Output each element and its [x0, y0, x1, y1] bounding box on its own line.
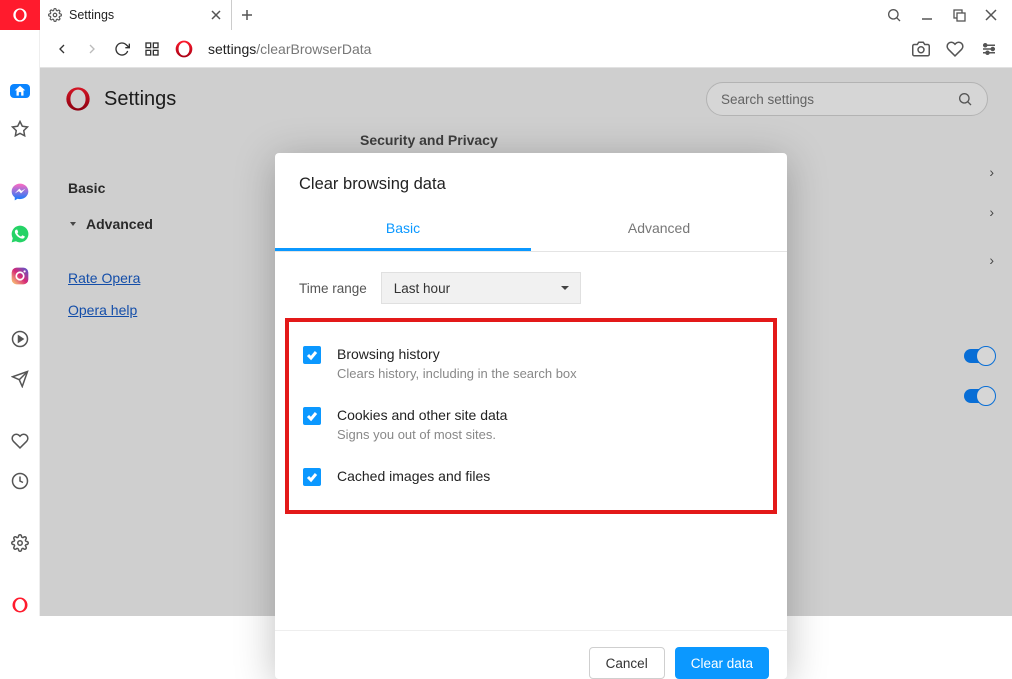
checkbox[interactable] — [303, 407, 321, 425]
dialog-title: Clear browsing data — [275, 153, 787, 210]
whatsapp-icon[interactable] — [10, 224, 30, 244]
left-sidebar — [0, 30, 40, 616]
heart-icon[interactable] — [946, 40, 964, 58]
player-icon[interactable] — [10, 330, 30, 348]
settings-icon[interactable] — [10, 534, 30, 552]
dialog-tabs: Basic Advanced — [275, 210, 787, 252]
minimize-icon[interactable] — [920, 8, 934, 22]
tab-advanced[interactable]: Advanced — [531, 210, 787, 251]
titlebar: Settings — [0, 0, 1012, 30]
speed-dial-button[interactable] — [144, 41, 160, 57]
new-tab-button[interactable] — [232, 9, 262, 21]
flow-icon[interactable] — [10, 370, 30, 388]
bookmarks-icon[interactable] — [10, 120, 30, 138]
tab-title: Settings — [69, 8, 114, 22]
snapshot-icon[interactable] — [912, 40, 930, 58]
checkbox[interactable] — [303, 468, 321, 486]
option-label: Cookies and other site data — [337, 407, 507, 423]
checkbox[interactable] — [303, 346, 321, 364]
close-tab-icon[interactable] — [211, 10, 221, 20]
highlighted-options: Browsing history Clears history, includi… — [285, 318, 777, 514]
url-display[interactable]: settings/clearBrowserData — [208, 41, 371, 57]
option-cached[interactable]: Cached images and files — [303, 458, 759, 502]
instagram-icon[interactable] — [10, 266, 30, 286]
option-label: Cached images and files — [337, 468, 490, 484]
opera-logo-icon — [174, 39, 194, 59]
option-sub: Signs you out of most sites. — [337, 427, 507, 442]
option-cookies[interactable]: Cookies and other site data Signs you ou… — [303, 397, 759, 458]
pinboards-icon[interactable] — [10, 432, 30, 450]
window-controls — [886, 7, 1012, 23]
url-path: /clearBrowserData — [256, 41, 371, 57]
time-range-select[interactable]: Last hour — [381, 272, 581, 304]
tab-basic[interactable]: Basic — [275, 210, 531, 251]
chevron-down-icon — [560, 283, 570, 293]
clear-browsing-data-dialog: Clear browsing data Basic Advanced Time … — [275, 153, 787, 679]
search-icon[interactable] — [886, 7, 902, 23]
close-window-icon[interactable] — [984, 8, 998, 22]
browser-tab[interactable]: Settings — [40, 0, 232, 30]
easy-setup-icon[interactable] — [980, 40, 998, 58]
messenger-icon[interactable] — [10, 182, 30, 202]
option-browsing-history[interactable]: Browsing history Clears history, includi… — [303, 336, 759, 397]
home-icon[interactable] — [10, 84, 30, 98]
maximize-icon[interactable] — [952, 8, 966, 22]
time-range-value: Last hour — [394, 281, 450, 296]
back-button[interactable] — [54, 41, 70, 57]
reload-button[interactable] — [114, 41, 130, 57]
option-label: Browsing history — [337, 346, 577, 362]
url-host: settings — [208, 41, 256, 57]
opera-update-icon[interactable] — [10, 596, 30, 614]
time-range-label: Time range — [299, 281, 367, 296]
clear-data-button[interactable]: Clear data — [675, 647, 769, 679]
cancel-button[interactable]: Cancel — [589, 647, 665, 679]
option-sub: Clears history, including in the search … — [337, 366, 577, 381]
gear-icon — [48, 8, 62, 22]
history-icon[interactable] — [10, 472, 30, 490]
address-bar: settings/clearBrowserData — [0, 30, 1012, 68]
forward-button[interactable] — [84, 41, 100, 57]
opera-menu-button[interactable] — [0, 0, 40, 30]
